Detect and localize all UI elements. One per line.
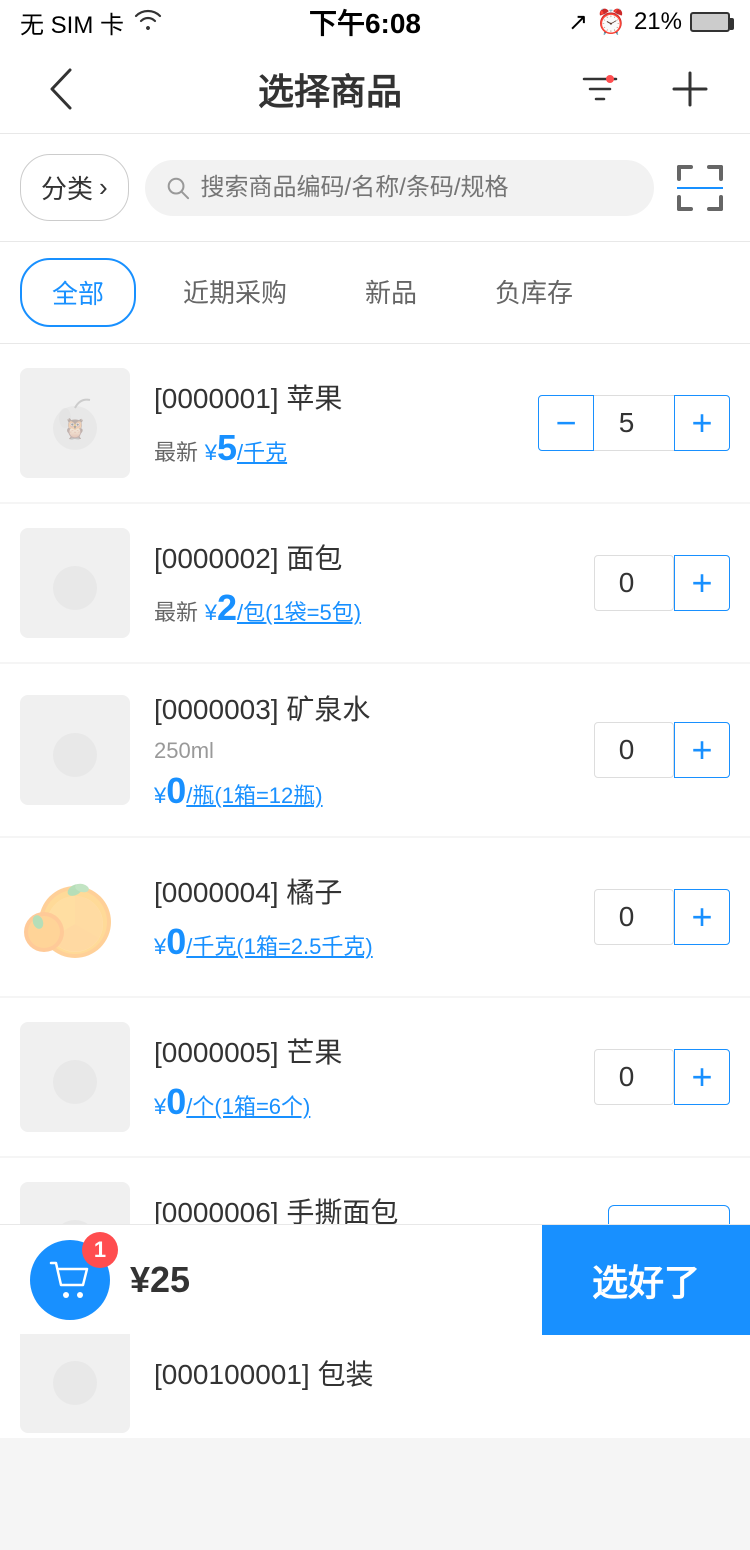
tab-negative[interactable]: 负库存 — [464, 258, 604, 327]
product-name-2: [0000002] 面包 — [154, 537, 594, 577]
product-image-1: 🦉 — [20, 368, 130, 478]
increase-button-5[interactable]: + — [674, 1049, 730, 1105]
carrier-label: 无 SIM 卡 — [20, 5, 124, 40]
product-name-1: [0000001] 苹果 — [154, 377, 538, 417]
product-info-7: [000100001] 包装 — [154, 1353, 730, 1403]
list-item: 🦉 [0000001] 苹果 最新 ¥5/千克 − + — [0, 344, 750, 502]
back-button[interactable] — [30, 59, 90, 119]
product-image-2: 🦉 — [20, 528, 130, 638]
svg-text:🦉: 🦉 — [63, 417, 88, 440]
increase-button-4[interactable]: + — [674, 889, 730, 945]
product-info-4: [0000004] 橘子 ¥0/千克(1箱=2.5千克) — [154, 871, 594, 963]
product-name-4: [0000004] 橘子 — [154, 871, 594, 911]
product-price-2: 最新 ¥2/包(1袋=5包) — [154, 587, 594, 629]
quantity-input-5[interactable] — [594, 1049, 674, 1105]
tab-bar: 全部 近期采购 新品 负库存 — [0, 242, 750, 344]
product-image-4 — [20, 862, 130, 972]
confirm-button[interactable]: 选好了 — [542, 1225, 750, 1335]
product-price-3: ¥0/瓶(1箱=12瓶) — [154, 770, 594, 812]
category-chevron-icon: › — [99, 172, 108, 203]
category-label: 分类 — [41, 169, 93, 206]
product-name-7: [000100001] 包装 — [154, 1353, 730, 1393]
category-button[interactable]: 分类 › — [20, 154, 129, 221]
list-item: 🦉 [0000003] 矿泉水 250ml ¥0/瓶(1箱=12瓶) + — [0, 664, 750, 836]
product-info-5: [0000005] 芒果 ¥0/个(1箱=6个) — [154, 1031, 594, 1123]
product-info-3: [0000003] 矿泉水 250ml ¥0/瓶(1箱=12瓶) — [154, 688, 594, 812]
product-spec-3: 250ml — [154, 738, 594, 764]
tab-recent[interactable]: 近期采购 — [152, 258, 318, 327]
product-name-3: [0000003] 矿泉水 — [154, 688, 594, 728]
scan-button[interactable] — [670, 158, 730, 218]
nav-actions — [570, 59, 720, 119]
quantity-control-4: + — [594, 889, 730, 945]
quantity-control-1: − + — [538, 395, 730, 451]
wifi-icon — [134, 8, 162, 37]
status-time: 下午6:08 — [309, 2, 421, 42]
quantity-control-3: + — [594, 722, 730, 778]
product-price-5: ¥0/个(1箱=6个) — [154, 1081, 594, 1123]
status-bar: 无 SIM 卡 下午6:08 ↗ ⏰ 21% — [0, 0, 750, 44]
product-image-5: 🦉 — [20, 1022, 130, 1132]
battery-icon — [690, 12, 730, 32]
product-name-5: [0000005] 芒果 — [154, 1031, 594, 1071]
quantity-input-4[interactable] — [594, 889, 674, 945]
search-bar: 分类 › — [0, 134, 750, 242]
search-icon — [165, 174, 191, 202]
quantity-input-2[interactable] — [594, 555, 674, 611]
product-image-3: 🦉 — [20, 695, 130, 805]
product-price-4: ¥0/千克(1箱=2.5千克) — [154, 921, 594, 963]
page-title: 选择商品 — [258, 63, 402, 115]
tab-all[interactable]: 全部 — [20, 258, 136, 327]
alarm-icon: ⏰ — [596, 8, 626, 37]
battery-percent: 21% — [634, 8, 682, 36]
product-info-2: [0000002] 面包 最新 ¥2/包(1袋=5包) — [154, 537, 594, 629]
decrease-button-1[interactable]: − — [538, 395, 594, 451]
product-info-1: [0000001] 苹果 最新 ¥5/千克 — [154, 377, 538, 469]
list-item: 🦉 [000100001] 包装 — [0, 1318, 750, 1438]
location-icon: ↗ — [568, 8, 588, 37]
product-image-7: 🦉 — [20, 1323, 130, 1433]
list-item: 🦉 [0000005] 芒果 ¥0/个(1箱=6个) + — [0, 998, 750, 1156]
list-item: [0000004] 橘子 ¥0/千克(1箱=2.5千克) + — [0, 838, 750, 996]
status-left: 无 SIM 卡 — [20, 5, 162, 40]
increase-button-3[interactable]: + — [674, 722, 730, 778]
cart-total: ¥25 — [130, 1259, 190, 1301]
cart-icon-button[interactable]: 1 — [30, 1240, 110, 1320]
nav-bar: 选择商品 — [0, 44, 750, 134]
search-input-wrap — [145, 160, 654, 216]
cart-area: 1 ¥25 — [0, 1240, 542, 1320]
bottom-bar: 1 ¥25 选好了 — [0, 1224, 750, 1334]
list-item: 🦉 [0000002] 面包 最新 ¥2/包(1袋=5包) + — [0, 504, 750, 662]
increase-button-1[interactable]: + — [674, 395, 730, 451]
quantity-control-2: + — [594, 555, 730, 611]
product-price-1: 最新 ¥5/千克 — [154, 427, 538, 469]
filter-icon-button[interactable] — [570, 59, 630, 119]
cart-badge: 1 — [82, 1232, 118, 1268]
search-input[interactable] — [201, 174, 634, 202]
quantity-control-5: + — [594, 1049, 730, 1105]
tab-new[interactable]: 新品 — [334, 258, 448, 327]
increase-button-2[interactable]: + — [674, 555, 730, 611]
quantity-input-3[interactable] — [594, 722, 674, 778]
status-right: ↗ ⏰ 21% — [568, 8, 730, 37]
add-button[interactable] — [660, 59, 720, 119]
product-list: 🦉 [0000001] 苹果 最新 ¥5/千克 − + 🦉 [0000002] … — [0, 344, 750, 1550]
quantity-input-1[interactable] — [594, 395, 674, 451]
